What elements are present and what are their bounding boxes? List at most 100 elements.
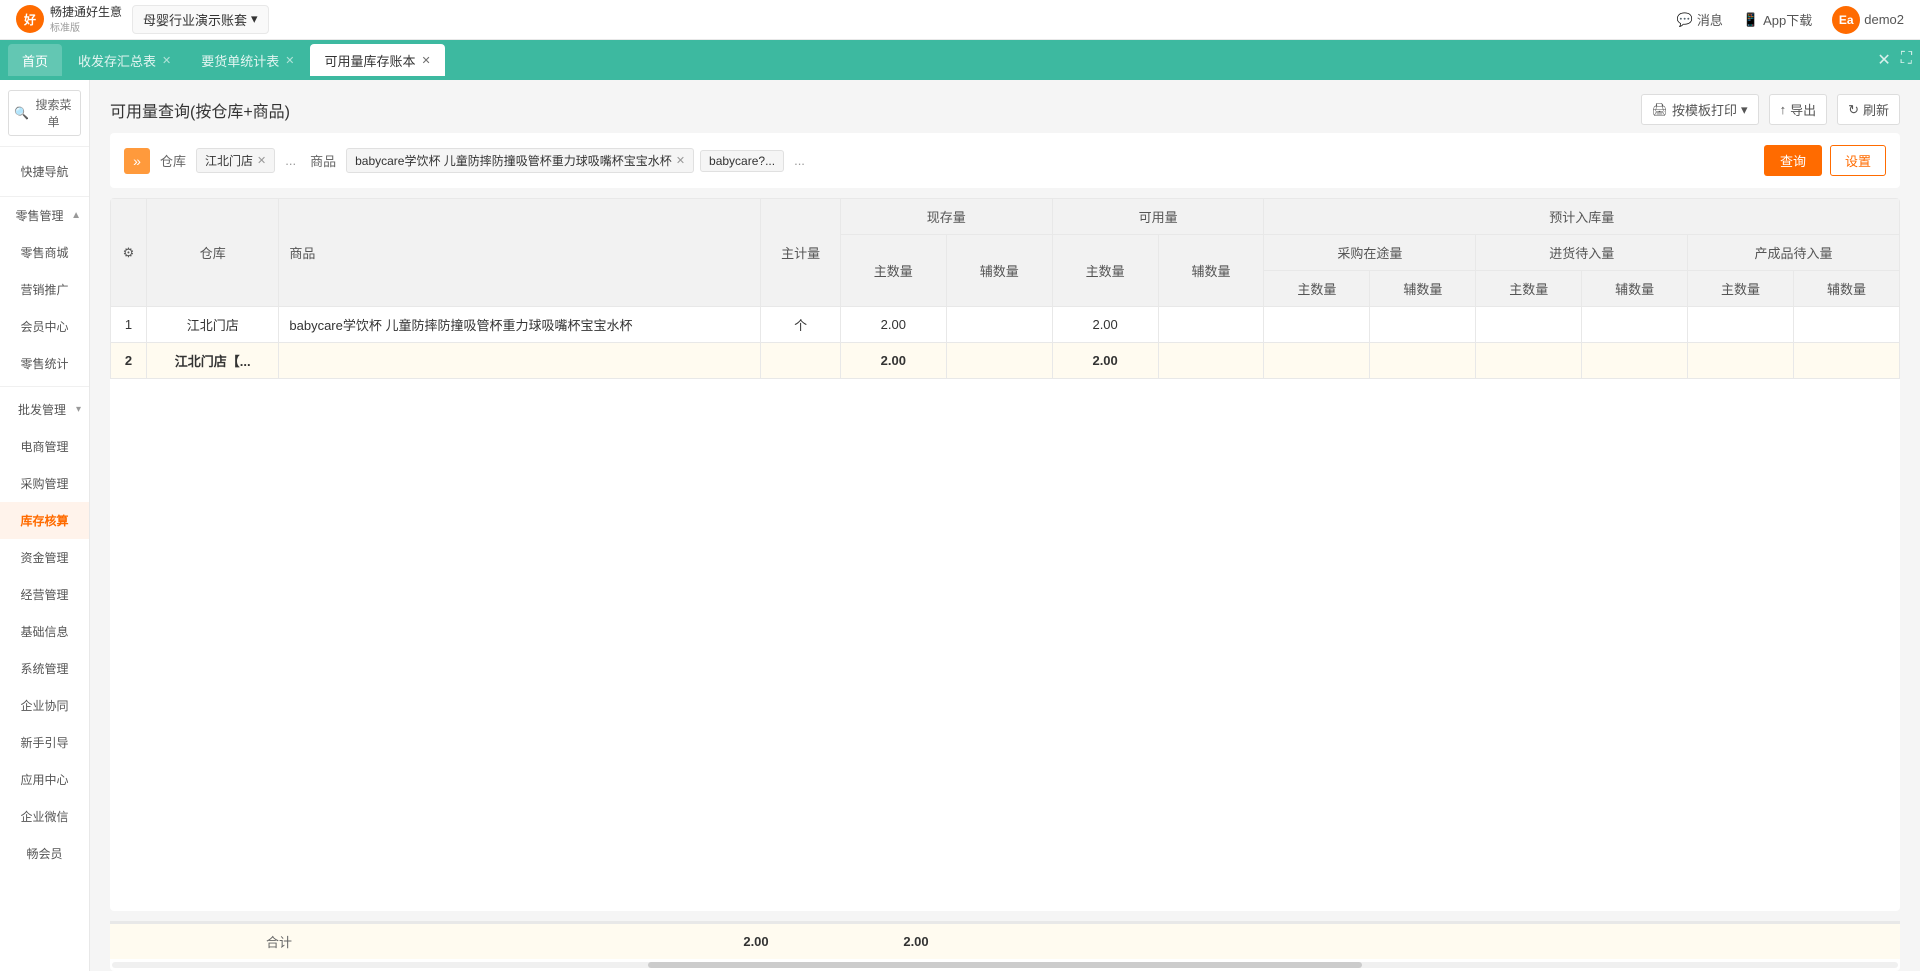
tab-collect[interactable]: 收发存汇总表 ✕ — [64, 44, 185, 76]
sidebar-item-finance-label: 资金管理 — [8, 549, 81, 566]
warehouse-tag-label: 江北门店 — [205, 152, 253, 169]
product-tag-2[interactable]: babycare?... — [700, 150, 784, 172]
sidebar-item-retail-stat[interactable]: 零售统计 — [0, 345, 89, 382]
sidebar: 🔍 搜索菜单 快捷导航 零售管理 ▲ 零售商城 营销推广 会员中心 — [0, 80, 90, 971]
product-filter-tags: babycare学饮杯 儿童防摔防撞吸管杯重力球吸嘴杯宝宝水杯 ✕ babyca… — [346, 148, 809, 173]
store-selector[interactable]: 母婴行业演示账套 ▾ — [132, 5, 269, 34]
td-finished-main-2 — [1688, 343, 1794, 379]
filter-toggle-button[interactable]: » — [124, 148, 150, 174]
tab-home[interactable]: 首页 — [8, 44, 62, 76]
td-warehouse-2: 江北门店【... — [147, 343, 279, 379]
warehouse-tag-jiangbei[interactable]: 江北门店 ✕ — [196, 148, 275, 173]
expand-window-icon[interactable]: ⛶ — [1901, 50, 1912, 70]
sidebar-item-finance[interactable]: 资金管理 — [0, 539, 89, 576]
search-menu-button[interactable]: 🔍 搜索菜单 — [8, 90, 81, 136]
sidebar-item-batch[interactable]: 批发管理 ▾ — [0, 391, 89, 428]
sidebar-item-operation-label: 经营管理 — [8, 586, 81, 603]
product-tag-1-label: babycare学饮杯 儿童防摔防撞吸管杯重力球吸嘴杯宝宝水杯 — [355, 152, 672, 169]
print-button[interactable]: 🖨 按模板打印 ▾ — [1641, 94, 1759, 125]
td-product-2 — [279, 343, 761, 379]
sidebar-item-retail-shop-label: 零售商城 — [8, 244, 81, 261]
product-filter-label: 商品 — [310, 151, 336, 170]
sidebar-item-basic[interactable]: 基础信息 — [0, 613, 89, 650]
sidebar-item-marketing[interactable]: 营销推广 — [0, 271, 89, 308]
sidebar-item-appcenter[interactable]: 应用中心 — [0, 761, 89, 798]
product-tag-1[interactable]: babycare学饮杯 儿童防摔防撞吸管杯重力球吸嘴杯宝宝水杯 ✕ — [346, 148, 694, 173]
sidebar-item-wechat[interactable]: 企业微信 — [0, 798, 89, 835]
th-settings: ⚙ — [111, 199, 147, 307]
page-actions: 🖨 按模板打印 ▾ ↑ 导出 ↻ 刷新 — [1641, 94, 1901, 125]
sidebar-item-purchase[interactable]: 采购管理 — [0, 465, 89, 502]
td-finished-main-1 — [1688, 307, 1794, 343]
logo-area: 好 畅捷通好生意 标准版 — [16, 5, 122, 34]
sidebar-item-quick-nav[interactable]: 快捷导航 — [0, 155, 89, 188]
sidebar-item-vip-label: 畅会员 — [8, 845, 81, 862]
th-purchase-transit-aux: 辅数量 — [1370, 271, 1476, 307]
product-filter-dots[interactable]: ... — [790, 153, 809, 168]
sidebar-item-system[interactable]: 系统管理 — [0, 650, 89, 687]
table-row: 1 江北门店 babycare学饮杯 儿童防摔防撞吸管杯重力球吸嘴杯宝宝水杯 个… — [111, 307, 1900, 343]
sidebar-item-retail-shop[interactable]: 零售商城 — [0, 234, 89, 271]
td-unit-1: 个 — [761, 307, 840, 343]
product-tag-2-label: babycare?... — [709, 154, 775, 168]
sidebar-item-system-label: 系统管理 — [8, 660, 81, 677]
tab-bar-actions: ✕ ⛶ — [1877, 50, 1912, 70]
td-avail-aux-1 — [1158, 307, 1264, 343]
logo-text: 畅捷通好生意 — [50, 5, 122, 19]
th-product: 商品 — [279, 199, 761, 307]
sidebar-item-enterprise[interactable]: 企业协同 — [0, 687, 89, 724]
user-name: demo2 — [1864, 12, 1904, 27]
sidebar-item-ecommerce-label: 电商管理 — [8, 438, 81, 455]
th-purchase-transit: 采购在途量 — [1264, 235, 1476, 271]
filter-toggle-icon: » — [133, 153, 141, 169]
top-bar-left: 好 畅捷通好生意 标准版 母婴行业演示账套 ▾ — [16, 5, 269, 34]
scrollbar-thumb[interactable] — [648, 962, 1362, 968]
app-download-btn[interactable]: 📱 App下载 — [1743, 10, 1812, 29]
message-btn[interactable]: 💬 消息 — [1677, 10, 1723, 29]
td-stock-main-1: 2.00 — [840, 307, 946, 343]
sidebar-item-newguide[interactable]: 新手引导 — [0, 724, 89, 761]
user-area[interactable]: Ea demo2 — [1832, 6, 1904, 34]
tab-order-close-icon[interactable]: ✕ — [285, 54, 294, 67]
settings-icon[interactable]: ⚙ — [123, 245, 135, 260]
warehouse-tag-close-icon[interactable]: ✕ — [257, 154, 266, 167]
sidebar-item-basic-label: 基础信息 — [8, 623, 81, 640]
filter-area: » 仓库 江北门店 ✕ ... 商品 babycare学饮杯 儿童防摔防撞吸管杯… — [110, 133, 1900, 188]
tab-collect-close-icon[interactable]: ✕ — [162, 54, 171, 67]
sidebar-item-operation[interactable]: 经营管理 — [0, 576, 89, 613]
settings-button[interactable]: 设置 — [1830, 145, 1886, 176]
th-unit: 主计量 — [761, 199, 840, 307]
td-finished-aux-2 — [1794, 343, 1900, 379]
td-purchase-aux-1 — [1370, 307, 1476, 343]
sidebar-item-member[interactable]: 会员中心 — [0, 308, 89, 345]
sidebar-item-inventory-mgr[interactable]: 库存核算 — [0, 502, 89, 539]
tab-inventory[interactable]: 可用量库存账本 ✕ — [310, 44, 444, 76]
tab-collect-label: 收发存汇总表 — [78, 51, 156, 70]
batch-chevron-icon: ▾ — [76, 404, 81, 415]
refresh-button[interactable]: ↻ 刷新 — [1837, 94, 1900, 125]
sidebar-quick-nav: 快捷导航 — [0, 147, 89, 197]
export-button[interactable]: ↑ 导出 — [1769, 94, 1828, 125]
tab-home-label: 首页 — [22, 51, 48, 70]
sidebar-item-retail-label: 零售管理 — [8, 207, 71, 224]
th-stock-aux: 辅数量 — [946, 235, 1052, 307]
sidebar-item-retail[interactable]: 零售管理 ▲ — [0, 197, 89, 234]
warehouse-filter-dots[interactable]: ... — [281, 153, 300, 168]
sidebar-section: 零售管理 ▲ 零售商城 营销推广 会员中心 零售统计 批发管理 ▾ 电商管理 — [0, 197, 89, 872]
app-download-label: App下载 — [1763, 10, 1812, 29]
sidebar-item-batch-label: 批发管理 — [8, 401, 76, 418]
td-incoming-aux-1 — [1582, 307, 1688, 343]
sidebar-item-vip[interactable]: 畅会员 — [0, 835, 89, 872]
logo-sub: 标准版 — [50, 19, 122, 34]
product-tag-1-close-icon[interactable]: ✕ — [676, 154, 685, 167]
query-button[interactable]: 查询 — [1764, 145, 1822, 176]
tab-order[interactable]: 要货单统计表 ✕ — [187, 44, 308, 76]
tab-inventory-close-icon[interactable]: ✕ — [422, 54, 431, 67]
tab-inventory-label: 可用量库存账本 — [324, 51, 415, 70]
td-stock-aux-1 — [946, 307, 1052, 343]
inventory-table: ⚙ 仓库 商品 主计量 现存量 可用量 预计入库量 主数量 辅数量 主数量 辅数… — [110, 198, 1900, 379]
table-header-row-1: ⚙ 仓库 商品 主计量 现存量 可用量 预计入库量 — [111, 199, 1900, 235]
close-window-icon[interactable]: ✕ — [1877, 50, 1890, 70]
th-finished: 产成品待入量 — [1688, 235, 1900, 271]
sidebar-item-ecommerce[interactable]: 电商管理 — [0, 428, 89, 465]
